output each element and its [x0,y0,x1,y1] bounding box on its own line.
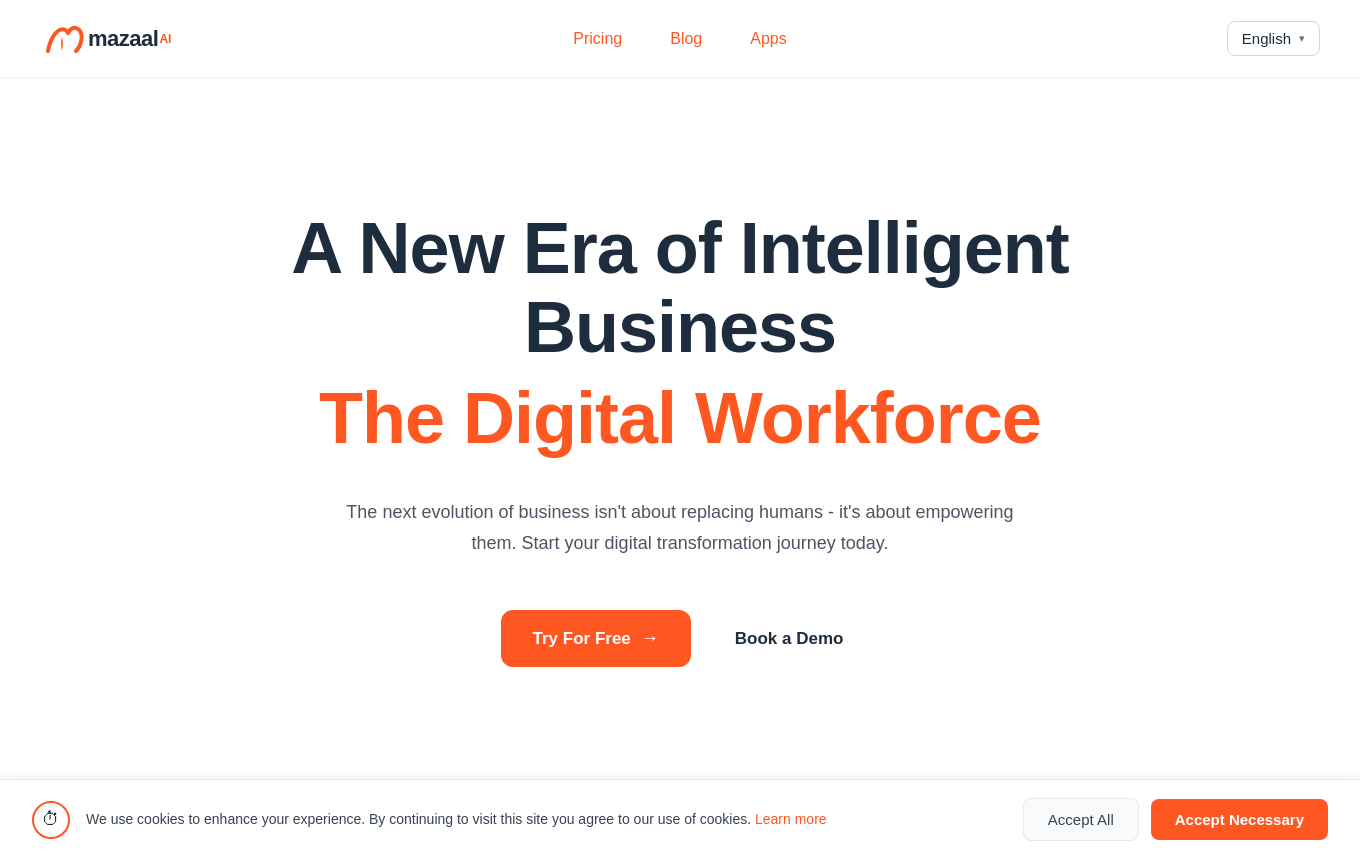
try-for-free-button[interactable]: Try For Free → [501,610,691,667]
logo-link[interactable]: mazaalAI [40,17,171,61]
arrow-icon: → [641,628,659,649]
clock-icon: ⏱ [42,809,60,830]
nav-right: English ▾ [1227,21,1320,56]
logo-icon [40,17,84,61]
hero-subtitle: The next evolution of business isn't abo… [340,497,1020,558]
nav-blog[interactable]: Blog [670,30,702,48]
hero-title-orange: The Digital Workforce [291,375,1068,461]
accept-necessary-button[interactable]: Accept Necessary [1151,799,1328,840]
cookie-banner: ⏱ We use cookies to enhance your experie… [0,779,1360,859]
hero-title-line1: A New Era of Intelligent Business [291,208,1068,367]
cookie-icon-wrap: ⏱ [32,801,70,839]
language-selector[interactable]: English ▾ [1227,21,1320,56]
cookie-left: ⏱ We use cookies to enhance your experie… [32,801,1003,839]
logo-ai-badge: AI [159,32,171,46]
language-current: English [1242,30,1291,47]
cookie-text: We use cookies to enhance your experienc… [86,809,827,830]
nav-links: Pricing Blog Apps [573,30,786,48]
logo-text: mazaal [88,26,158,52]
hero-section: A New Era of Intelligent Business The Di… [0,78,1360,758]
learn-more-link[interactable]: Learn more [755,811,827,827]
hero-buttons: Try For Free → Book a Demo [501,610,860,667]
hero-title: A New Era of Intelligent Business The Di… [291,209,1068,462]
nav-apps[interactable]: Apps [750,30,786,48]
accept-all-button[interactable]: Accept All [1023,798,1139,841]
chevron-down-icon: ▾ [1299,32,1305,45]
book-demo-button[interactable]: Book a Demo [719,611,860,667]
navbar: mazaalAI Pricing Blog Apps English ▾ [0,0,1360,78]
try-for-free-label: Try For Free [533,629,631,649]
nav-pricing[interactable]: Pricing [573,30,622,48]
cookie-buttons: Accept All Accept Necessary [1023,798,1328,841]
